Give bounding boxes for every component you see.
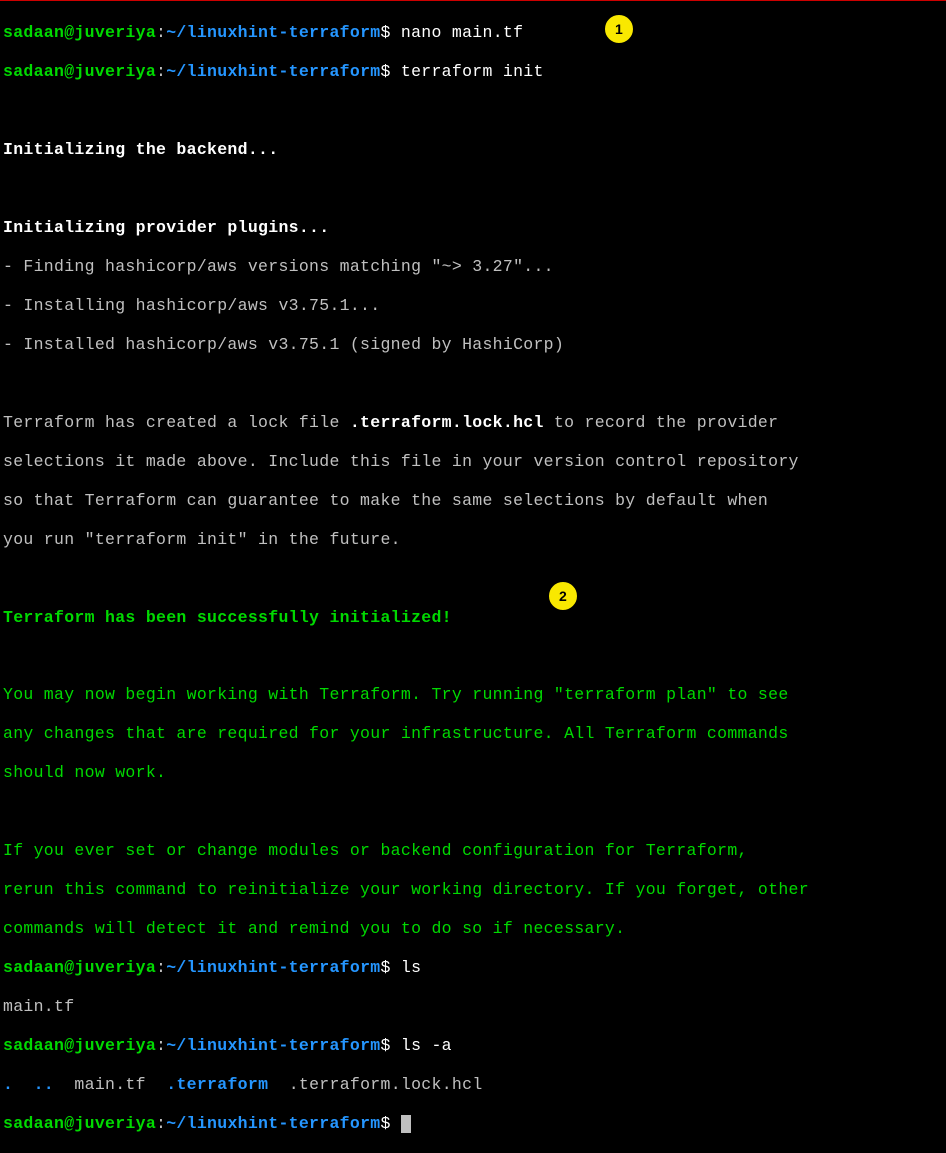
prompt-line[interactable]: sadaan@juveriya:~/linuxhint-terraform$ l… [3,1036,943,1055]
output-line: - Finding hashicorp/aws versions matchin… [3,257,943,276]
output-line: You may now begin working with Terraform… [3,685,943,704]
output-line [3,802,943,821]
output-line [3,179,943,198]
output-line: commands will detect it and remind you t… [3,919,943,938]
output-line [3,646,943,665]
output-line: you run "terraform init" in the future. [3,530,943,549]
command-text: ls [401,958,421,977]
cursor [401,1115,411,1133]
command-text: ls -a [401,1036,452,1055]
prompt-line[interactable]: sadaan@juveriya:~/linuxhint-terraform$ t… [3,62,943,81]
cwd-path: ~/linuxhint-terraform [166,62,380,81]
cwd-path: ~/linuxhint-terraform [166,958,380,977]
prompt-line[interactable]: sadaan@juveriya:~/linuxhint-terraform$ n… [3,23,943,42]
prompt-line[interactable]: sadaan@juveriya:~/linuxhint-terraform$ [3,1114,943,1133]
cwd-path: ~/linuxhint-terraform [166,23,380,42]
output-line [3,569,943,588]
output-line: - Installing hashicorp/aws v3.75.1... [3,296,943,315]
output-line: rerun this command to reinitialize your … [3,880,943,899]
command-text: nano main.tf [401,23,523,42]
callout-badge-2: 2 [548,581,578,611]
output-line: main.tf [3,997,943,1016]
success-line: Terraform has been successfully initiali… [3,608,943,627]
user-host: sadaan@juveriya [3,1114,156,1133]
output-line [3,101,943,120]
command-text: terraform init [401,62,544,81]
output-line: Initializing the backend... [3,140,943,159]
terminal-output: sadaan@juveriya:~/linuxhint-terraform$ n… [3,4,943,1153]
cwd-path: ~/linuxhint-terraform [166,1114,380,1133]
output-line: . .. main.tf .terraform .terraform.lock.… [3,1075,943,1094]
user-host: sadaan@juveriya [3,62,156,81]
user-host: sadaan@juveriya [3,23,156,42]
output-line: selections it made above. Include this f… [3,452,943,471]
output-line: Terraform has created a lock file .terra… [3,413,943,432]
output-line: Initializing provider plugins... [3,218,943,237]
output-line: If you ever set or change modules or bac… [3,841,943,860]
prompt-line[interactable]: sadaan@juveriya:~/linuxhint-terraform$ l… [3,958,943,977]
output-line: should now work. [3,763,943,782]
cwd-path: ~/linuxhint-terraform [166,1036,380,1055]
output-line: - Installed hashicorp/aws v3.75.1 (signe… [3,335,943,354]
callout-badge-1: 1 [604,14,634,44]
user-host: sadaan@juveriya [3,1036,156,1055]
output-line [3,374,943,393]
output-line: any changes that are required for your i… [3,724,943,743]
output-line: so that Terraform can guarantee to make … [3,491,943,510]
user-host: sadaan@juveriya [3,958,156,977]
